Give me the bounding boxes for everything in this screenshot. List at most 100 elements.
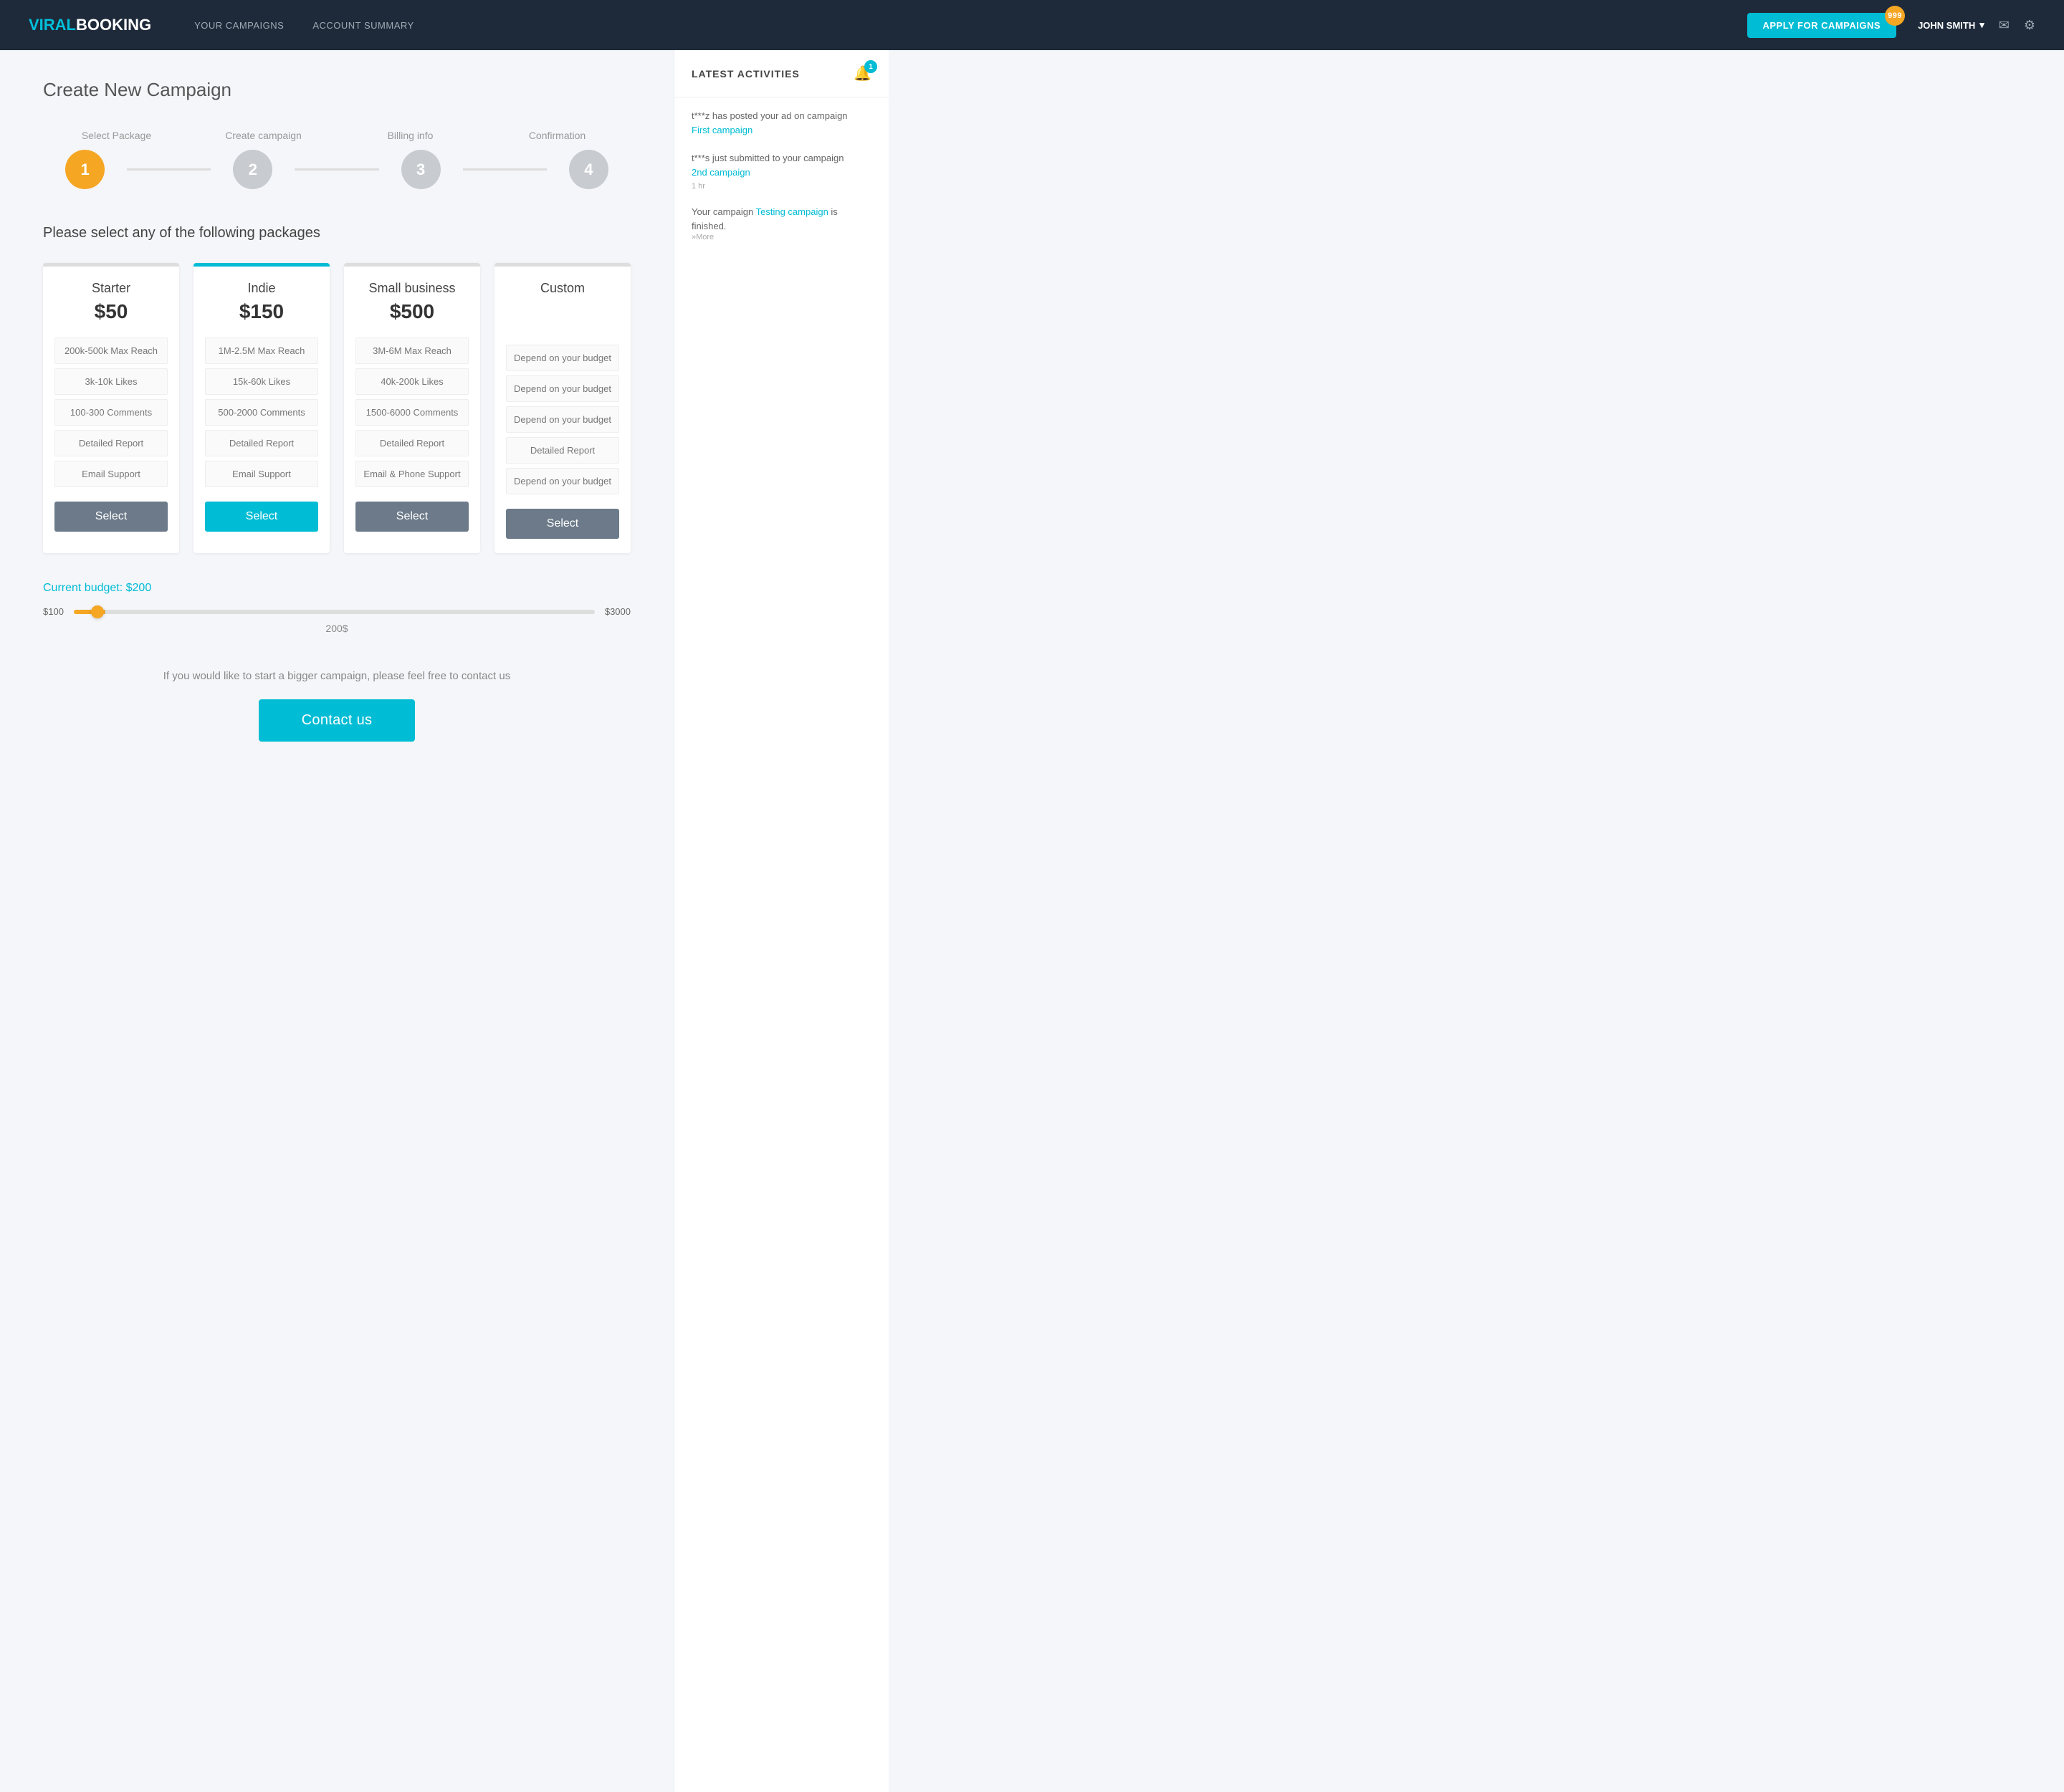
step-connector-3-4	[463, 168, 547, 171]
small-business-feature-2: 40k-200k Likes	[355, 368, 469, 395]
starter-feature-2: 3k-10k Likes	[54, 368, 168, 395]
indie-price: $150	[205, 300, 318, 323]
indie-feature-4: Detailed Report	[205, 430, 318, 456]
step-connector-2-3	[295, 168, 378, 171]
indie-feature-2: 15k-60k Likes	[205, 368, 318, 395]
contact-text: If you would like to start a bigger camp…	[43, 670, 631, 682]
activity-item-2: t***s just submitted to your campaign 2n…	[692, 151, 871, 191]
navbar: VIRALBOOKING YOUR CAMPAIGNS ACCOUNT SUMM…	[0, 0, 2064, 50]
package-small-business: Small business $500 3M-6M Max Reach 40k-…	[344, 263, 480, 553]
indie-features: 1M-2.5M Max Reach 15k-60k Likes 500-2000…	[205, 337, 318, 487]
navbar-links: YOUR CAMPAIGNS ACCOUNT SUMMARY	[194, 20, 1747, 31]
indie-select-button[interactable]: Select	[205, 502, 318, 532]
packages-grid: Starter $50 200k-500k Max Reach 3k-10k L…	[43, 263, 631, 553]
activity-1-link[interactable]: First campaign	[692, 125, 752, 135]
indie-name: Indie	[205, 281, 318, 296]
small-business-feature-1: 3M-6M Max Reach	[355, 337, 469, 364]
small-business-price: $500	[355, 300, 469, 323]
step-circle-4[interactable]: 4	[569, 150, 608, 189]
budget-section: Current budget: $200 $100 $3000 200$	[43, 582, 631, 634]
step-label-1: Select Package	[43, 130, 190, 141]
custom-feature-2: Depend on your budget	[506, 375, 619, 402]
slider-row: $100 $3000	[43, 606, 631, 617]
sidebar-activities: t***z has posted your ad on campaign Fir…	[674, 97, 889, 267]
slider-value-label: 200$	[43, 623, 631, 634]
contact-section: If you would like to start a bigger camp…	[43, 670, 631, 742]
step-circle-2[interactable]: 2	[233, 150, 272, 189]
navbar-right: JOHN SMITH ▾ ✉ ⚙	[1918, 18, 2035, 33]
custom-price	[506, 300, 619, 330]
package-starter: Starter $50 200k-500k Max Reach 3k-10k L…	[43, 263, 179, 553]
activity-2-time: 1 hr	[692, 182, 871, 191]
activity-2-link[interactable]: 2nd campaign	[692, 167, 750, 178]
sidebar-header-title: LATEST ACTIVITIES	[692, 68, 800, 80]
custom-feature-5: Depend on your budget	[506, 468, 619, 494]
small-business-feature-4: Detailed Report	[355, 430, 469, 456]
bell-badge: 1	[864, 60, 877, 73]
custom-feature-4: Detailed Report	[506, 437, 619, 464]
packages-heading: Please select any of the following packa…	[43, 225, 631, 241]
slider-min-label: $100	[43, 606, 64, 617]
activity-2-before: t***s just submitted to your campaign	[692, 153, 844, 163]
steps-labels-row: Select Package Create campaign Billing i…	[43, 130, 631, 141]
activity-3-link[interactable]: Testing campaign	[756, 206, 828, 217]
small-business-features: 3M-6M Max Reach 40k-200k Likes 1500-6000…	[355, 337, 469, 487]
starter-name: Starter	[54, 281, 168, 296]
custom-name: Custom	[506, 281, 619, 296]
apply-badge: 999	[1885, 6, 1905, 26]
indie-feature-1: 1M-2.5M Max Reach	[205, 337, 318, 364]
sidebar-header: LATEST ACTIVITIES 🔔 1	[674, 50, 889, 97]
starter-feature-3: 100-300 Comments	[54, 399, 168, 426]
starter-features: 200k-500k Max Reach 3k-10k Likes 100-300…	[54, 337, 168, 487]
starter-select-button[interactable]: Select	[54, 502, 168, 532]
starter-feature-5: Email Support	[54, 461, 168, 487]
nav-your-campaigns[interactable]: YOUR CAMPAIGNS	[194, 20, 284, 31]
logo-booking: BOOKING	[76, 16, 151, 34]
package-custom: Custom Depend on your budget Depend on y…	[494, 263, 631, 553]
step-label-3: Billing info	[337, 130, 484, 141]
activity-1-before: t***z has posted your ad on campaign	[692, 110, 848, 121]
step-circle-1[interactable]: 1	[65, 150, 105, 189]
custom-select-button[interactable]: Select	[506, 509, 619, 539]
activity-3-before: Your campaign	[692, 206, 756, 217]
main-content: Create New Campaign Select Package Creat…	[0, 50, 674, 1792]
package-indie: Indie $150 1M-2.5M Max Reach 15k-60k Lik…	[194, 263, 330, 553]
page-container: Create New Campaign Select Package Creat…	[0, 50, 2064, 1792]
activity-3-more[interactable]: »More	[692, 233, 871, 241]
contact-button[interactable]: Contact us	[259, 699, 416, 742]
bell-icon[interactable]: 🔔 1	[854, 64, 871, 82]
activity-text-1: t***z has posted your ad on campaign Fir…	[692, 109, 871, 137]
small-business-feature-3: 1500-6000 Comments	[355, 399, 469, 426]
step-connector-1-2	[127, 168, 211, 171]
user-menu[interactable]: JOHN SMITH ▾	[1918, 19, 1984, 31]
starter-price: $50	[54, 300, 168, 323]
chevron-down-icon: ▾	[1979, 19, 1984, 31]
activity-text-2: t***s just submitted to your campaign 2n…	[692, 151, 871, 179]
activity-finished-text: Your campaign Testing campaign is finish…	[692, 205, 871, 233]
steps-container: Select Package Create campaign Billing i…	[43, 130, 631, 189]
custom-feature-3: Depend on your budget	[506, 406, 619, 433]
step-label-4: Confirmation	[484, 130, 631, 141]
apply-campaigns-button[interactable]: APPLY FOR CAMPAIGNS 999	[1747, 13, 1897, 38]
indie-feature-5: Email Support	[205, 461, 318, 487]
mail-icon[interactable]: ✉	[1999, 18, 2010, 33]
small-business-name: Small business	[355, 281, 469, 296]
step-circle-3[interactable]: 3	[401, 150, 441, 189]
slider-max-label: $3000	[605, 606, 631, 617]
budget-label: Current budget: $200	[43, 582, 631, 595]
starter-feature-4: Detailed Report	[54, 430, 168, 456]
custom-features: Depend on your budget Depend on your bud…	[506, 345, 619, 494]
custom-feature-1: Depend on your budget	[506, 345, 619, 371]
budget-slider[interactable]	[74, 610, 595, 614]
small-business-feature-5: Email & Phone Support	[355, 461, 469, 487]
steps-circles-row: 1 2 3 4	[43, 150, 631, 189]
small-business-select-button[interactable]: Select	[355, 502, 469, 532]
sidebar: LATEST ACTIVITIES 🔔 1 t***z has posted y…	[674, 50, 889, 1792]
settings-icon[interactable]: ⚙	[2024, 18, 2035, 33]
page-title: Create New Campaign	[43, 79, 631, 101]
logo-viral: VIRAL	[29, 16, 76, 34]
starter-feature-1: 200k-500k Max Reach	[54, 337, 168, 364]
indie-feature-3: 500-2000 Comments	[205, 399, 318, 426]
nav-account-summary[interactable]: ACCOUNT SUMMARY	[312, 20, 414, 31]
activity-item-1: t***z has posted your ad on campaign Fir…	[692, 109, 871, 137]
